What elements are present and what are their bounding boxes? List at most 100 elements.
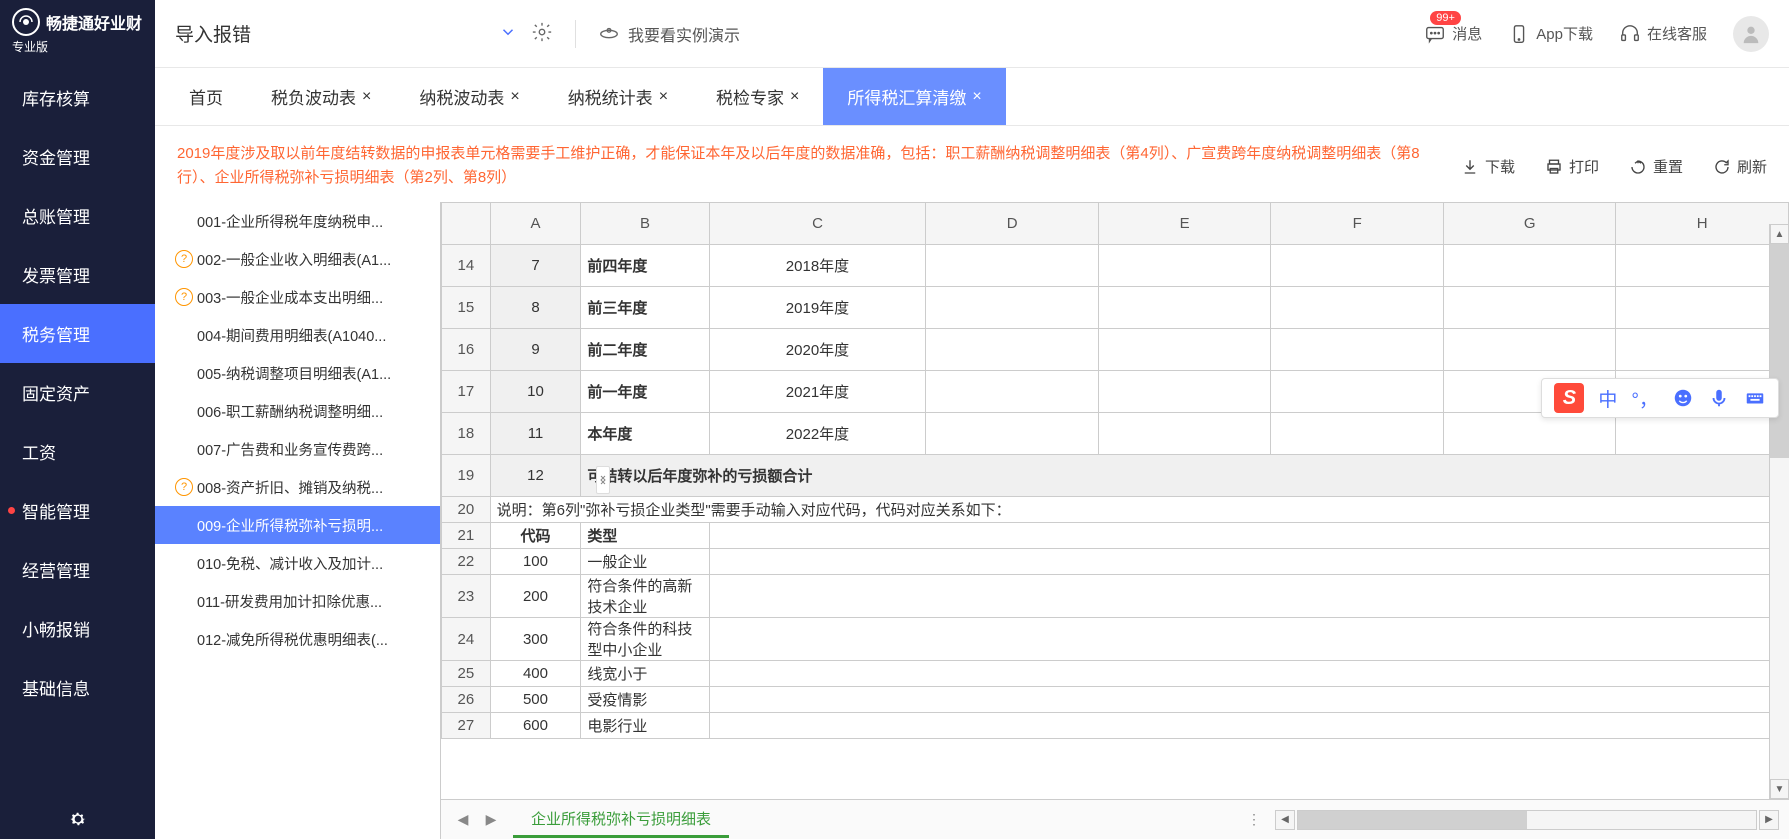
cell[interactable] — [1098, 413, 1271, 455]
sidebar-item-5[interactable]: 固定资产 — [0, 363, 155, 422]
cell[interactable] — [926, 287, 1099, 329]
form-item-0[interactable]: 001-企业所得税年度纳税申... — [155, 202, 440, 240]
row-header-14[interactable]: 14 — [442, 245, 491, 287]
cell[interactable]: 类型 — [581, 523, 709, 549]
cell[interactable]: 线宽小于 — [581, 661, 709, 687]
dropdown-chevron[interactable] — [499, 23, 517, 44]
row-header-25[interactable]: 25 — [442, 661, 491, 687]
cell[interactable] — [1271, 245, 1444, 287]
sidebar-item-6[interactable]: 工资 — [0, 422, 155, 481]
sidebar-item-4[interactable]: 税务管理 — [0, 304, 155, 363]
tab-0[interactable]: 首页 — [165, 68, 247, 125]
cell[interactable] — [1616, 287, 1789, 329]
cell[interactable] — [709, 618, 1788, 661]
row-header-18[interactable]: 18 — [442, 413, 491, 455]
sidebar-item-0[interactable]: 库存核算 — [0, 68, 155, 127]
tab-close-4[interactable]: × — [790, 88, 799, 106]
sidebar-item-7[interactable]: 智能管理 — [0, 481, 155, 540]
form-item-3[interactable]: 004-期间费用明细表(A1040... — [155, 316, 440, 354]
support-button[interactable]: 在线客服 — [1619, 23, 1707, 45]
cell[interactable]: 300 — [490, 618, 581, 661]
row-header-17[interactable]: 17 — [442, 371, 491, 413]
avatar[interactable] — [1733, 16, 1769, 52]
cell[interactable]: 11 — [490, 413, 581, 455]
col-header-D[interactable]: D — [926, 203, 1099, 245]
sidebar-item-9[interactable]: 小畅报销 — [0, 599, 155, 658]
row-header-20[interactable]: 20 — [442, 497, 491, 523]
ime-emoji-icon[interactable] — [1672, 387, 1694, 409]
cell[interactable]: 符合条件的科技型中小企业 — [581, 618, 709, 661]
cell[interactable]: 10 — [490, 371, 581, 413]
cell[interactable]: 100 — [490, 549, 581, 575]
sidebar-item-2[interactable]: 总账管理 — [0, 186, 155, 245]
cell[interactable]: 2018年度 — [709, 245, 926, 287]
collapse-handle[interactable] — [596, 466, 610, 494]
cell[interactable] — [1616, 413, 1789, 455]
row-header-15[interactable]: 15 — [442, 287, 491, 329]
row-header-21[interactable]: 21 — [442, 523, 491, 549]
msg-button[interactable]: 99+ 消息 — [1424, 23, 1482, 45]
ime-toolbar[interactable]: S 中 °， — [1541, 378, 1779, 418]
form-item-11[interactable]: 012-减免所得税优惠明细表(... — [155, 620, 440, 658]
form-item-4[interactable]: 005-纳税调整项目明细表(A1... — [155, 354, 440, 392]
form-item-10[interactable]: 011-研发费用加计扣除优惠... — [155, 582, 440, 620]
demo-link[interactable]: 我要看实例演示 — [598, 22, 740, 46]
horizontal-scrollbar[interactable]: ◀▶ — [1275, 810, 1789, 830]
cell[interactable]: 本年度 — [581, 413, 709, 455]
sheet-corner[interactable] — [442, 203, 491, 245]
cell[interactable]: 2022年度 — [709, 413, 926, 455]
tab-3[interactable]: 纳税统计表× — [544, 68, 692, 125]
cell[interactable]: 600 — [490, 713, 581, 739]
cell[interactable]: 前一年度 — [581, 371, 709, 413]
cell[interactable] — [1271, 287, 1444, 329]
form-item-9[interactable]: 010-免税、减计收入及加计... — [155, 544, 440, 582]
cell[interactable] — [709, 713, 1788, 739]
cell[interactable]: 前三年度 — [581, 287, 709, 329]
col-header-A[interactable]: A — [490, 203, 581, 245]
cell[interactable]: 200 — [490, 575, 581, 618]
row-header-16[interactable]: 16 — [442, 329, 491, 371]
reset-button[interactable]: 重置 — [1629, 156, 1683, 177]
form-item-7[interactable]: 008-资产折旧、摊销及纳税... — [155, 468, 440, 506]
form-item-2[interactable]: 003-一般企业成本支出明细... — [155, 278, 440, 316]
cell[interactable]: 9 — [490, 329, 581, 371]
cell[interactable] — [1098, 287, 1271, 329]
sidebar-item-3[interactable]: 发票管理 — [0, 245, 155, 304]
sidebar-item-8[interactable]: 经营管理 — [0, 540, 155, 599]
form-item-1[interactable]: 002-一般企业收入明细表(A1... — [155, 240, 440, 278]
col-header-H[interactable]: H — [1616, 203, 1789, 245]
tab-1[interactable]: 税负波动表× — [247, 68, 395, 125]
header-gear-icon[interactable] — [531, 21, 553, 46]
form-item-8[interactable]: 009-企业所得税弥补亏损明... — [155, 506, 440, 544]
cell[interactable]: 前四年度 — [581, 245, 709, 287]
cell[interactable] — [709, 523, 1788, 549]
cell[interactable] — [926, 413, 1099, 455]
cell[interactable]: 2021年度 — [709, 371, 926, 413]
row-header-22[interactable]: 22 — [442, 549, 491, 575]
col-header-F[interactable]: F — [1271, 203, 1444, 245]
vertical-scrollbar[interactable]: ▲▼ — [1769, 224, 1789, 799]
tab-close-1[interactable]: × — [362, 88, 371, 106]
cell[interactable] — [1271, 329, 1444, 371]
print-button[interactable]: 打印 — [1545, 156, 1599, 177]
cell[interactable] — [926, 371, 1099, 413]
cell[interactable]: 2019年度 — [709, 287, 926, 329]
cell[interactable] — [1098, 371, 1271, 413]
col-header-E[interactable]: E — [1098, 203, 1271, 245]
col-header-C[interactable]: C — [709, 203, 926, 245]
tab-close-5[interactable]: × — [972, 88, 981, 106]
cell[interactable] — [709, 687, 1788, 713]
row-header-26[interactable]: 26 — [442, 687, 491, 713]
sheet-tab[interactable]: 企业所得税弥补亏损明细表 — [513, 802, 729, 838]
cell[interactable] — [1443, 413, 1616, 455]
cell[interactable]: 8 — [490, 287, 581, 329]
ime-mic-icon[interactable] — [1708, 387, 1730, 409]
settings-gear[interactable] — [0, 799, 155, 839]
sheet-nav-first[interactable]: ◀ — [449, 806, 477, 834]
form-item-5[interactable]: 006-职工薪酬纳税调整明细... — [155, 392, 440, 430]
cell[interactable] — [1098, 245, 1271, 287]
cell[interactable]: 12 — [490, 455, 581, 497]
row-header-24[interactable]: 24 — [442, 618, 491, 661]
row-header-23[interactable]: 23 — [442, 575, 491, 618]
tab-close-3[interactable]: × — [659, 88, 668, 106]
